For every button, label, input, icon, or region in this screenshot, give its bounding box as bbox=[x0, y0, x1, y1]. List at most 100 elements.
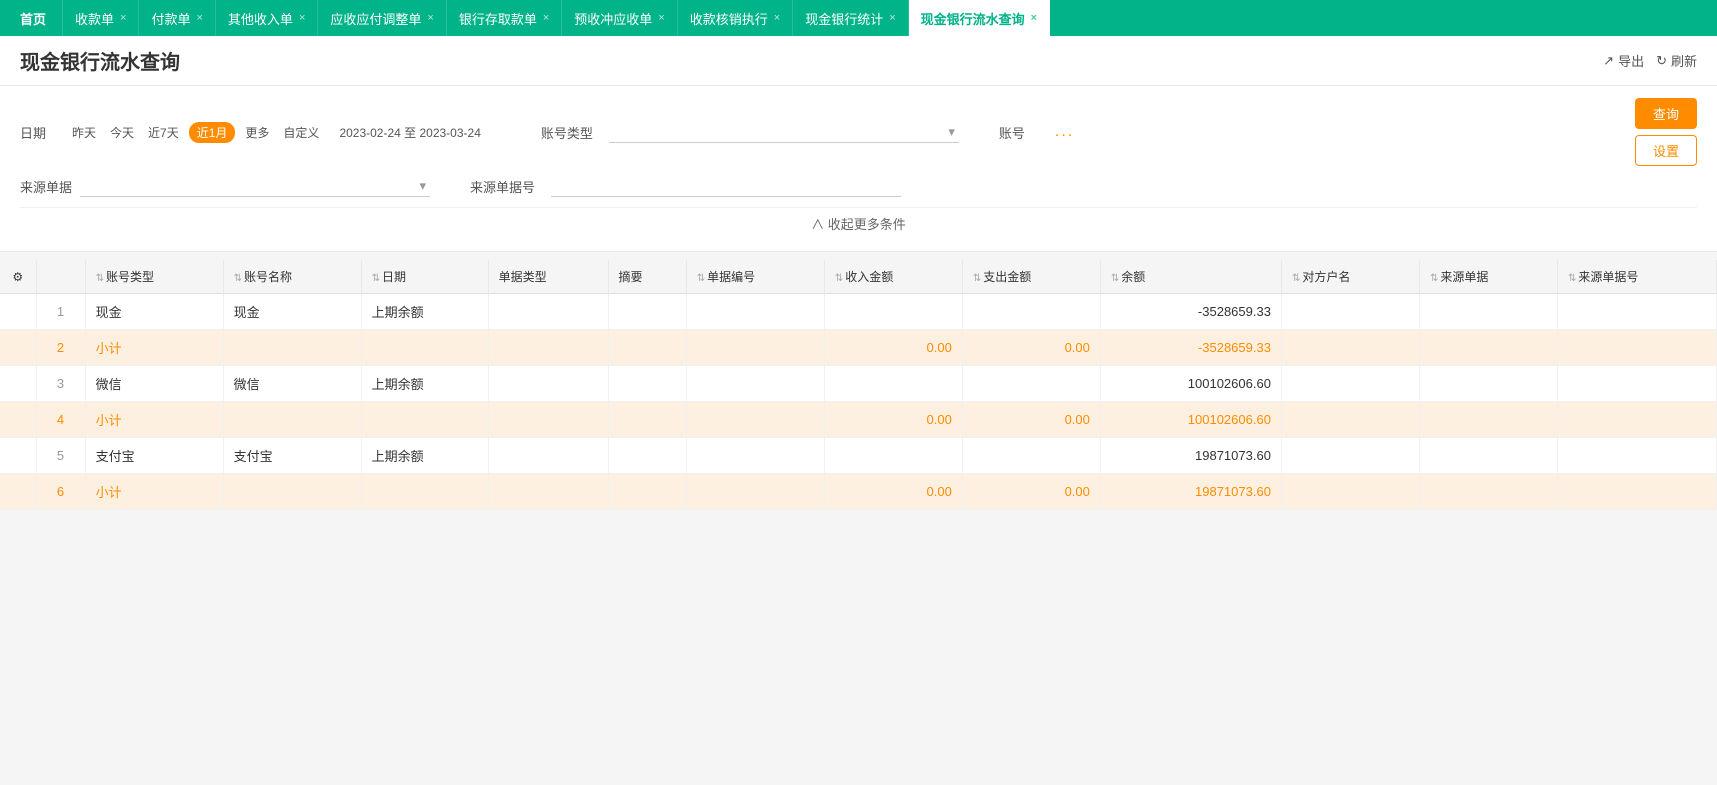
source-doc-num-label: 来源单据号 bbox=[470, 177, 535, 196]
th-account-name[interactable]: ⇅账号名称 bbox=[223, 260, 361, 294]
source-doc-select[interactable]: ▾ bbox=[80, 176, 430, 197]
th-income[interactable]: ⇅收入金额 bbox=[824, 260, 962, 294]
source-doc-num-group: 来源单据号 bbox=[470, 177, 901, 197]
source-doc-label: 来源单据 bbox=[20, 177, 72, 196]
cell-date bbox=[361, 402, 488, 438]
date-btn-7days[interactable]: 近7天 bbox=[144, 122, 183, 143]
cell-balance: 19871073.60 bbox=[1100, 438, 1281, 474]
nav-tab-advance[interactable]: 预收冲应收单 × bbox=[562, 0, 677, 36]
filter-row-date: 日期 昨天 今天 近7天 近1月 更多 自定义 2023-02-24 至 202… bbox=[20, 98, 1697, 166]
cell-summary bbox=[608, 294, 686, 330]
nav-tab-payment[interactable]: 付款单 × bbox=[139, 0, 215, 36]
th-source-doc[interactable]: ⇅来源单据 bbox=[1419, 260, 1557, 294]
cell-summary bbox=[608, 402, 686, 438]
cell-account-name: 支付宝 bbox=[223, 438, 361, 474]
nav-tab-cash-stats[interactable]: 现金银行统计 × bbox=[793, 0, 908, 36]
close-icon[interactable]: × bbox=[658, 12, 664, 24]
cell-balance: 19871073.60 bbox=[1100, 474, 1281, 510]
th-gear[interactable]: ⚙ bbox=[0, 260, 36, 294]
th-date[interactable]: ⇅日期 bbox=[361, 260, 488, 294]
cell-account-name bbox=[223, 474, 361, 510]
account-type-select[interactable]: ▾ bbox=[609, 122, 959, 143]
nav-tab-home[interactable]: 首页 bbox=[4, 0, 63, 36]
th-counterparty[interactable]: ⇅对方户名 bbox=[1281, 260, 1419, 294]
data-table-container: ⚙ ⇅账号类型 ⇅账号名称 ⇅日期 单据类型 摘要 ⇅单据编号 ⇅收入金额 ⇅支… bbox=[0, 260, 1717, 510]
date-btn-today[interactable]: 今天 bbox=[106, 122, 138, 143]
date-btn-yesterday[interactable]: 昨天 bbox=[68, 122, 100, 143]
cell-summary bbox=[608, 330, 686, 366]
table-row: 4 小计 0.00 0.00 100102606.60 bbox=[0, 402, 1717, 438]
cell-date: 上期余额 bbox=[361, 366, 488, 402]
cell-income: 0.00 bbox=[824, 402, 962, 438]
cell-date: 上期余额 bbox=[361, 438, 488, 474]
cell-date bbox=[361, 474, 488, 510]
cell-doc-no bbox=[686, 402, 824, 438]
close-icon[interactable]: × bbox=[889, 12, 895, 24]
nav-tab-cash-flow[interactable]: 现金银行流水查询 × bbox=[909, 0, 1050, 36]
date-btn-more[interactable]: 更多 bbox=[241, 122, 273, 143]
date-btn-1month[interactable]: 近1月 bbox=[189, 122, 236, 143]
cell-doc-type bbox=[488, 294, 608, 330]
cell-account-name bbox=[223, 330, 361, 366]
th-num bbox=[36, 260, 85, 294]
dots-button[interactable]: ... bbox=[1055, 123, 1074, 141]
table-row: 1 现金 现金 上期余额 -3528659.33 bbox=[0, 294, 1717, 330]
cell-expense: 0.00 bbox=[962, 474, 1100, 510]
close-icon[interactable]: × bbox=[427, 12, 433, 24]
cell-doc-type bbox=[488, 366, 608, 402]
th-doc-no[interactable]: ⇅单据编号 bbox=[686, 260, 824, 294]
settings-button[interactable]: 设置 bbox=[1635, 135, 1697, 166]
cell-account-type: 微信 bbox=[85, 366, 223, 402]
cell-doc-no bbox=[686, 294, 824, 330]
cell-doc-no bbox=[686, 366, 824, 402]
close-icon[interactable]: × bbox=[299, 12, 305, 24]
refresh-button[interactable]: ↻ 刷新 bbox=[1656, 51, 1697, 70]
row-num: 1 bbox=[36, 294, 85, 330]
table-row: 6 小计 0.00 0.00 19871073.60 bbox=[0, 474, 1717, 510]
nav-tab-receipt[interactable]: 收款单 × bbox=[63, 0, 139, 36]
cell-summary bbox=[608, 366, 686, 402]
cell-balance: -3528659.33 bbox=[1100, 330, 1281, 366]
cell-source-doc bbox=[1419, 438, 1557, 474]
page-header: 现金银行流水查询 ↗ 导出 ↻ 刷新 bbox=[0, 36, 1717, 86]
nav-tab-bank-deposit[interactable]: 银行存取款单 × bbox=[447, 0, 562, 36]
row-gear bbox=[0, 474, 36, 510]
chevron-down-icon: ▾ bbox=[419, 178, 426, 194]
source-doc-num-input[interactable] bbox=[551, 177, 901, 197]
cell-counterparty bbox=[1281, 402, 1419, 438]
cell-date: 上期余额 bbox=[361, 294, 488, 330]
cell-income bbox=[824, 366, 962, 402]
row-gear bbox=[0, 366, 36, 402]
cell-account-name: 微信 bbox=[223, 366, 361, 402]
collapse-bar[interactable]: ∧ 收起更多条件 bbox=[20, 207, 1697, 239]
query-button[interactable]: 查询 bbox=[1635, 98, 1697, 129]
th-account-type[interactable]: ⇅账号类型 bbox=[85, 260, 223, 294]
chevron-down-icon: ▾ bbox=[948, 124, 955, 140]
th-source-doc-no[interactable]: ⇅来源单据号 bbox=[1558, 260, 1717, 294]
nav-tab-verification[interactable]: 收款核销执行 × bbox=[678, 0, 793, 36]
date-btn-custom[interactable]: 自定义 bbox=[279, 122, 323, 143]
close-icon[interactable]: × bbox=[1031, 12, 1037, 24]
close-icon[interactable]: × bbox=[196, 12, 202, 24]
cell-income: 0.00 bbox=[824, 330, 962, 366]
th-expense[interactable]: ⇅支出金额 bbox=[962, 260, 1100, 294]
nav-tab-other-income[interactable]: 其他收入单 × bbox=[216, 0, 318, 36]
cell-expense bbox=[962, 366, 1100, 402]
cell-source-doc-no bbox=[1558, 330, 1717, 366]
nav-tab-adjustment[interactable]: 应收应付调整单 × bbox=[318, 0, 446, 36]
export-button[interactable]: ↗ 导出 bbox=[1603, 51, 1644, 70]
row-gear bbox=[0, 438, 36, 474]
th-balance[interactable]: ⇅余额 bbox=[1100, 260, 1281, 294]
close-icon[interactable]: × bbox=[774, 12, 780, 24]
date-label: 日期 bbox=[20, 123, 60, 142]
top-navigation: 首页 收款单 × 付款单 × 其他收入单 × 应收应付调整单 × 银行存取款单 … bbox=[0, 0, 1717, 36]
cell-source-doc-no bbox=[1558, 366, 1717, 402]
cell-source-doc-no bbox=[1558, 402, 1717, 438]
close-icon[interactable]: × bbox=[543, 12, 549, 24]
cell-doc-no bbox=[686, 438, 824, 474]
table-row: 3 微信 微信 上期余额 100102606.60 bbox=[0, 366, 1717, 402]
close-icon[interactable]: × bbox=[120, 12, 126, 24]
cell-source-doc-no bbox=[1558, 438, 1717, 474]
cell-source-doc bbox=[1419, 294, 1557, 330]
cell-income bbox=[824, 294, 962, 330]
